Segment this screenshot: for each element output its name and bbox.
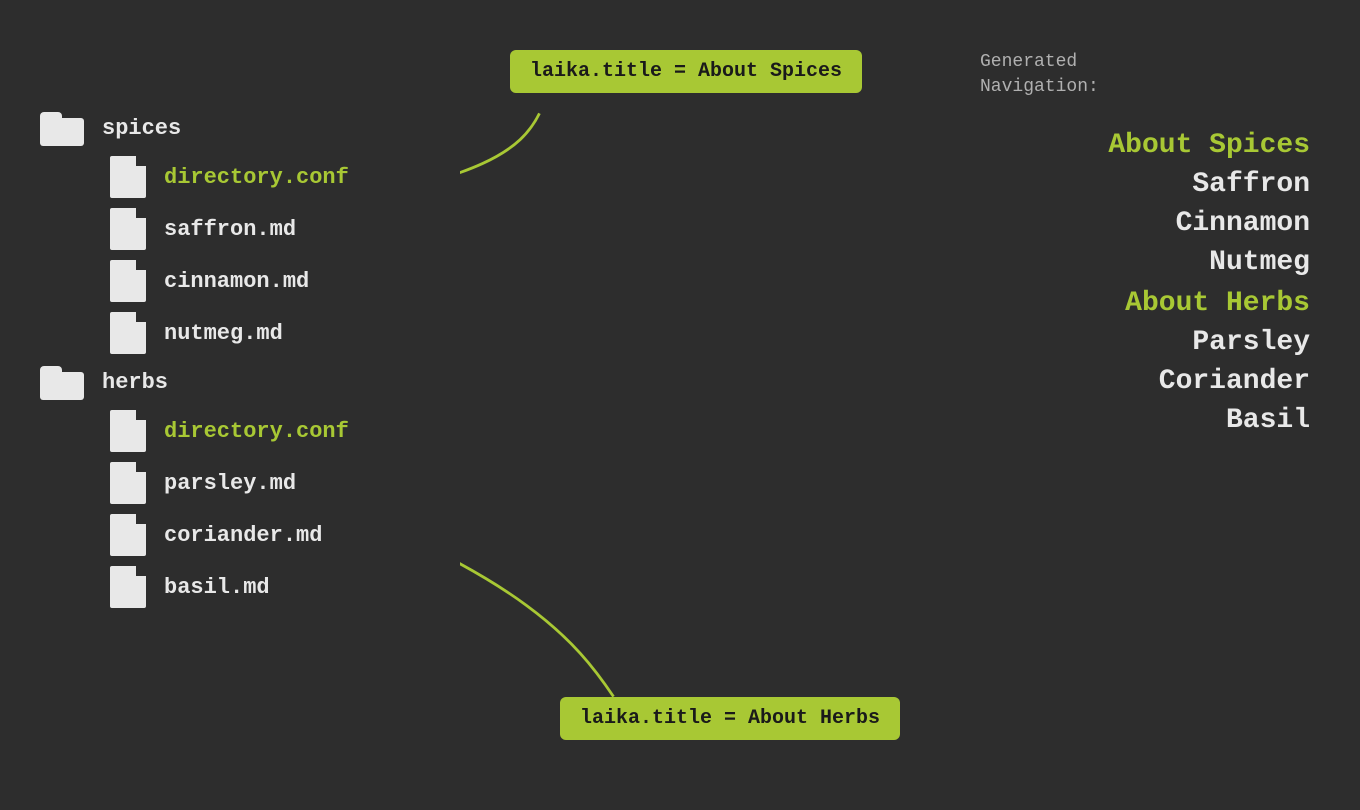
file-icon [110,514,146,556]
file-cinnamon: cinnamon.md [110,260,460,302]
folder-icon [40,364,84,400]
folder-spices: spices [40,110,460,146]
folder-spices-label: spices [102,116,181,141]
file-parsley: parsley.md [110,462,460,504]
file-tree: spices directory.conf saffron.md cinnamo… [40,30,460,780]
file-icon [110,260,146,302]
file-nutmeg: nutmeg.md [110,312,460,354]
file-coriander: coriander.md [110,514,460,556]
folder-herbs-label: herbs [102,370,168,395]
file-herbs-directory-conf: directory.conf [110,410,460,452]
nav-cinnamon: Cinnamon [980,208,1320,239]
file-icon [110,410,146,452]
file-saffron: saffron.md [110,208,460,250]
nav-saffron: Saffron [980,169,1320,200]
main-container: spices directory.conf saffron.md cinnamo… [0,0,1360,810]
file-coriander-label: coriander.md [164,523,322,548]
file-parsley-label: parsley.md [164,471,296,496]
nav-about-spices: About Spices [980,130,1320,161]
nav-items-list: About Spices Saffron Cinnamon Nutmeg Abo… [980,130,1320,436]
file-icon [110,462,146,504]
file-cinnamon-label: cinnamon.md [164,269,309,294]
nav-nutmeg: Nutmeg [980,247,1320,278]
middle-area: laika.title = About Spices laika.title =… [460,30,980,780]
folder-icon [40,110,84,146]
annotation-top: laika.title = About Spices [510,50,862,93]
annotation-bottom: laika.title = About Herbs [560,697,900,740]
file-basil: basil.md [110,566,460,608]
file-spices-directory-conf: directory.conf [110,156,460,198]
file-spices-directory-conf-label: directory.conf [164,165,349,190]
folder-herbs: herbs [40,364,460,400]
file-icon [110,208,146,250]
file-basil-label: basil.md [164,575,270,600]
file-icon [110,156,146,198]
file-nutmeg-label: nutmeg.md [164,321,283,346]
file-saffron-label: saffron.md [164,217,296,242]
nav-parsley: Parsley [980,327,1320,358]
nav-coriander: Coriander [980,366,1320,397]
nav-generated-label: GeneratedNavigation: [980,50,1320,100]
file-icon [110,566,146,608]
arrows-svg [460,30,980,780]
file-herbs-directory-conf-label: directory.conf [164,419,349,444]
file-icon [110,312,146,354]
nav-panel: GeneratedNavigation: About Spices Saffro… [980,30,1320,780]
nav-about-herbs: About Herbs [980,288,1320,319]
nav-basil: Basil [980,405,1320,436]
